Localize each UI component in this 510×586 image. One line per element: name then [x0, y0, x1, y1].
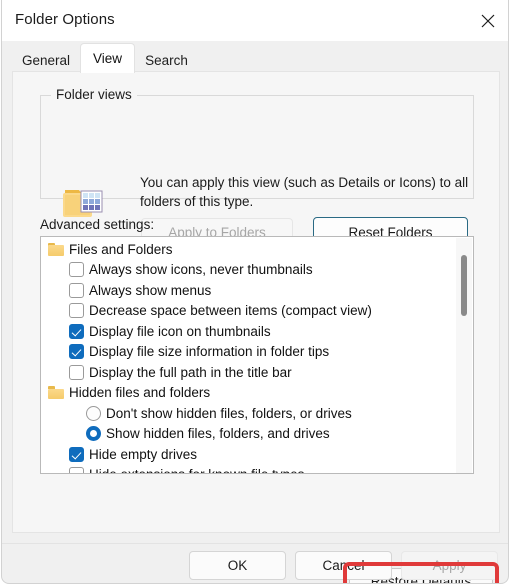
ok-button[interactable]: OK — [189, 551, 286, 580]
checkbox-checked-icon[interactable] — [69, 323, 84, 339]
view-tab-panel: Folder views You can apply this view (su… — [12, 71, 500, 583]
settings-item-label: Always show icons, never thumbnails — [89, 262, 313, 278]
settings-item-label: Hide empty drives — [89, 446, 198, 462]
checkbox-unchecked-icon[interactable] — [69, 262, 84, 278]
settings-option-row[interactable]: Display file size information in folder … — [41, 342, 457, 363]
advanced-settings-list: Files and Folders Always show icons, neve… — [41, 237, 457, 473]
folder-views-description: You can apply this view (such as Details… — [140, 175, 469, 209]
checkbox-checked-icon[interactable] — [69, 446, 84, 462]
tab-view-label: View — [92, 51, 123, 66]
settings-option-row[interactable]: Decrease space between items (compact vi… — [41, 301, 457, 322]
settings-option-row[interactable]: Display the full path in the title bar — [41, 362, 457, 383]
settings-item-label: Always show menus — [89, 282, 212, 298]
settings-item-label: Hide extensions for known file types — [89, 467, 304, 473]
list-scrollbar-track[interactable] — [456, 238, 472, 473]
settings-item-label: Files and Folders — [69, 241, 173, 257]
apply-button[interactable]: Apply — [401, 551, 498, 580]
checkbox-unchecked-icon[interactable] — [69, 303, 84, 319]
folder-views-legend: Folder views — [51, 87, 137, 102]
tab-search-label: Search — [145, 52, 188, 68]
settings-option-row[interactable]: Always show menus — [41, 280, 457, 301]
settings-group-row[interactable]: Hidden files and folders — [41, 383, 457, 404]
settings-option-row[interactable]: Don't show hidden files, folders, or dri… — [41, 403, 457, 424]
list-scrollbar-thumb[interactable] — [461, 254, 467, 316]
cancel-button[interactable]: Cancel — [295, 551, 392, 580]
settings-option-row[interactable]: Hide extensions for known file types — [41, 465, 457, 473]
ok-label: OK — [227, 558, 248, 573]
settings-option-row[interactable]: Hide empty drives — [41, 444, 457, 465]
settings-option-row[interactable]: Always show icons, never thumbnails — [41, 260, 457, 281]
settings-item-label: Display file icon on thumbnails — [89, 323, 271, 339]
close-icon — [481, 14, 495, 28]
folder-icon — [48, 386, 64, 400]
title-bar: Folder Options — [2, 0, 508, 41]
close-button[interactable] — [465, 0, 508, 41]
advanced-settings-listbox[interactable]: Files and Folders Always show icons, neve… — [40, 236, 474, 474]
settings-item-label: Hidden files and folders — [69, 385, 211, 401]
settings-item-label: Display the full path in the title bar — [89, 364, 292, 380]
advanced-settings-label: Advanced settings: — [40, 217, 155, 232]
settings-item-label: Display file size information in folder … — [89, 344, 330, 360]
checkbox-unchecked-icon[interactable] — [69, 467, 84, 473]
radio-selected-icon[interactable] — [86, 426, 101, 442]
settings-option-row[interactable]: Display file icon on thumbnails — [41, 321, 457, 342]
folder-options-dialog: Folder Options General View Search Folde… — [1, 0, 509, 584]
settings-item-label: Show hidden files, folders, and drives — [106, 426, 330, 442]
checkbox-unchecked-icon[interactable] — [69, 364, 84, 380]
tab-view[interactable]: View — [80, 43, 135, 73]
tab-search[interactable]: Search — [135, 47, 198, 73]
footer-divider — [2, 543, 508, 544]
settings-item-label: Don't show hidden files, folders, or dri… — [106, 405, 352, 421]
tab-general[interactable]: General — [12, 47, 80, 73]
tab-general-label: General — [21, 52, 71, 68]
window-title: Folder Options — [15, 11, 115, 28]
settings-option-row[interactable]: Show hidden files, folders, and drives — [41, 424, 457, 445]
checkbox-unchecked-icon[interactable] — [69, 282, 84, 298]
cancel-label: Cancel — [322, 558, 365, 573]
settings-group-row[interactable]: Files and Folders — [41, 239, 457, 260]
tab-strip: General View Search — [2, 41, 508, 73]
settings-item-label: Decrease space between items (compact vi… — [89, 303, 372, 319]
radio-unselected-icon[interactable] — [86, 405, 101, 421]
folder-icon — [48, 242, 64, 256]
checkbox-checked-icon[interactable] — [69, 344, 84, 360]
apply-label: Apply — [432, 558, 467, 573]
